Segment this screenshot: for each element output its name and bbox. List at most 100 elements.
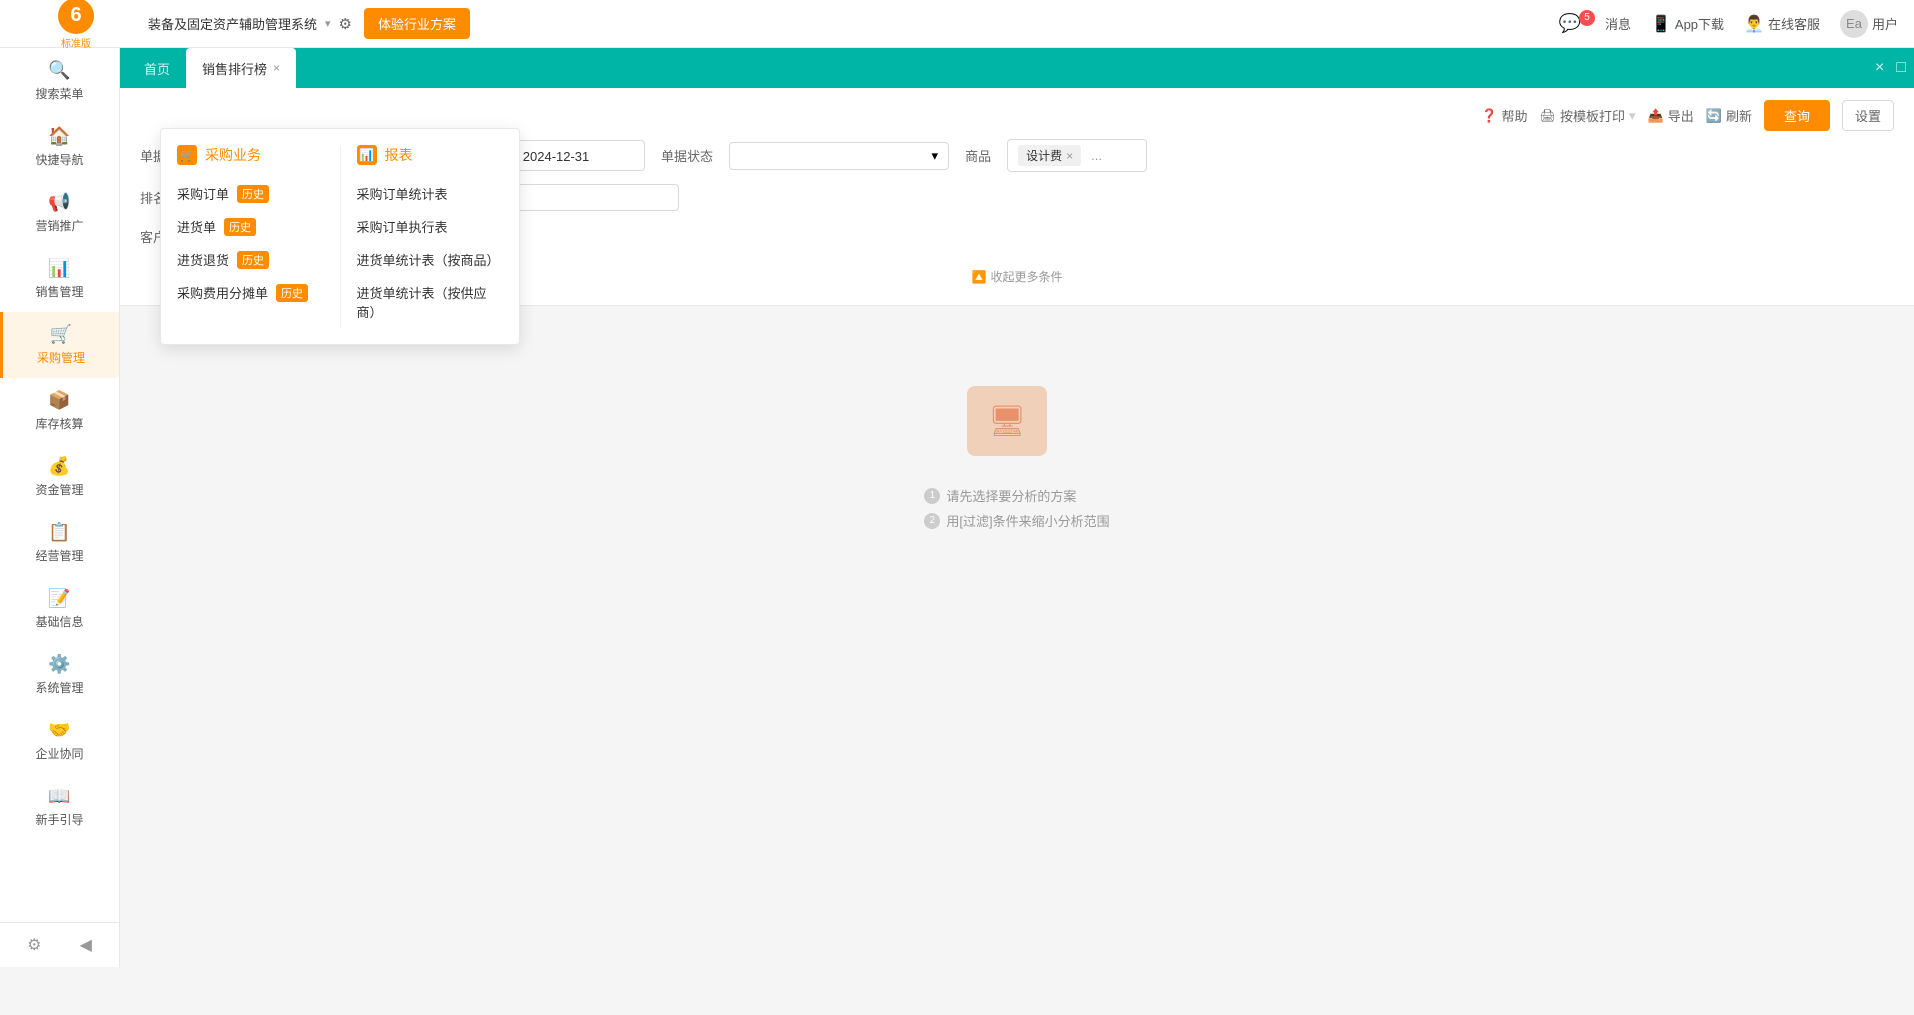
logo: 6 标准版 (16, 0, 136, 50)
tab-home[interactable]: 首页 (128, 48, 186, 88)
tab-close-icon[interactable]: × (273, 61, 280, 75)
sidebar-item-label: 基础信息 (35, 613, 83, 630)
help-icon: ❓ (1481, 108, 1497, 124)
status-select[interactable]: ▾ (729, 142, 949, 170)
user-menu-button[interactable]: Ea 用户 (1840, 10, 1898, 38)
message-badge: 5 (1579, 10, 1595, 26)
help-label: 帮助 (1501, 106, 1527, 125)
online-service-label: 在线客服 (1768, 14, 1820, 33)
system-chevron-icon[interactable]: ▾ (325, 17, 331, 30)
operations-icon: 📋 (48, 522, 70, 543)
sidebar-item-label: 系统管理 (35, 679, 83, 696)
sidebar-item-label: 销售管理 (35, 283, 83, 300)
content-area: ❓ 帮助 🖨 按模板打印 ▾ 📤 导出 🔄 刷新 (120, 88, 1914, 967)
print-label: 按模板打印 (1560, 106, 1625, 125)
sidebar-bottom: ⚙ ◀ (0, 922, 119, 967)
refresh-button[interactable]: 🔄 刷新 (1706, 106, 1752, 125)
settings-bottom-icon[interactable]: ⚙ (27, 935, 41, 955)
industry-solution-button[interactable]: 体验行业方案 (364, 8, 470, 39)
menu-item-purchase-order-exec[interactable]: 采购订单执行表 (357, 210, 504, 243)
tip1-text: 请先选择要分析的方案 (946, 486, 1076, 505)
sidebar-item-guide[interactable]: 📖 新手引导 (0, 774, 119, 840)
marketing-icon: 📢 (48, 192, 70, 213)
empty-icon: 🖥 (967, 386, 1067, 466)
enterprise-icon: 🤝 (48, 720, 70, 741)
logo-icon: 6 (58, 0, 94, 34)
basic-info-icon: 📝 (48, 588, 70, 609)
product-dots[interactable]: ... (1091, 148, 1102, 163)
window-close-icon[interactable]: × (1875, 59, 1884, 77)
settings-button[interactable]: 设置 (1842, 100, 1894, 131)
sales-icon: 📊 (48, 258, 70, 279)
user-label: 用户 (1872, 14, 1898, 33)
menu-item-purchase-order[interactable]: 采购订单 历史 (177, 177, 324, 210)
sidebar-item-enterprise[interactable]: 🤝 企业协同 (0, 708, 119, 774)
tab-sales-rank[interactable]: 销售排行榜 × (186, 48, 296, 88)
message-label: 消息 (1605, 14, 1631, 33)
print-chevron-icon: ▾ (1629, 108, 1636, 124)
sidebar-item-label: 营销推广 (35, 217, 83, 234)
sidebar-item-marketing[interactable]: 📢 营销推广 (0, 180, 119, 246)
export-button[interactable]: 📤 导出 (1648, 106, 1694, 125)
empty-tip-1: 1 请先选择要分析的方案 (924, 486, 1109, 505)
sidebar-item-label: 企业协同 (35, 745, 83, 762)
sidebar-item-label: 快捷导航 (35, 151, 83, 168)
inbound-label: 进货单 (177, 217, 216, 236)
menu-item-inbound-stat-supplier[interactable]: 进货单统计表（按供应商） (357, 276, 504, 328)
history-badge-purchase-order: 历史 (237, 185, 269, 203)
home-icon: 🏠 (48, 126, 70, 147)
report-menu-column: 📊 报表 采购订单统计表 采购订单执行表 进货单统计表（按商品） 进货单统计表（… (341, 145, 520, 328)
purchase-menu-title: 采购业务 (205, 145, 261, 165)
menu-item-purchase-order-stat[interactable]: 采购订单统计表 (357, 177, 504, 210)
print-icon: 🖨 (1540, 108, 1557, 124)
system-icon: ⚙️ (48, 654, 70, 675)
help-button[interactable]: ❓ 帮助 (1481, 106, 1527, 125)
purchase-expense-label: 采购费用分摊单 (177, 283, 268, 302)
status-label: 单据状态 (661, 146, 713, 165)
sidebar-item-sales[interactable]: 📊 销售管理 (0, 246, 119, 312)
history-badge-inbound-return: 历史 (237, 251, 269, 269)
menu-item-purchase-expense[interactable]: 采购费用分摊单 历史 (177, 276, 324, 309)
sidebar-item-quick-nav[interactable]: 🏠 快捷导航 (0, 114, 119, 180)
system-gear-icon[interactable]: ⚙ (339, 15, 352, 33)
system-title-area: 装备及固定资产辅助管理系统 ▾ ⚙ (148, 14, 352, 33)
sidebar-item-inventory[interactable]: 📦 库存核算 (0, 378, 119, 444)
sidebar: 🔍 搜索菜单 🏠 快捷导航 📢 营销推广 📊 销售管理 🛒 采购管理 📦 库存核… (0, 48, 120, 967)
query-button[interactable]: 查询 (1764, 100, 1830, 131)
online-service-button[interactable]: 👨‍💼 在线客服 (1744, 14, 1820, 34)
product-input[interactable]: 设计费 × ... (1007, 139, 1147, 172)
report-menu-title: 报表 (385, 145, 413, 165)
app-download-button[interactable]: 📱 App下载 (1651, 14, 1724, 34)
menu-item-inbound-return[interactable]: 进货退货 历史 (177, 243, 324, 276)
sidebar-item-search[interactable]: 🔍 搜索菜单 (0, 48, 119, 114)
sidebar-item-purchase[interactable]: 🛒 采购管理 (0, 312, 119, 378)
sidebar-item-operations[interactable]: 📋 经营管理 (0, 510, 119, 576)
logo-subtitle: 标准版 (61, 35, 91, 50)
inbound-return-label: 进货退货 (177, 250, 229, 269)
print-button[interactable]: 🖨 按模板打印 ▾ (1540, 106, 1636, 125)
collapse-sidebar-icon[interactable]: ◀ (80, 935, 92, 955)
sidebar-item-finance[interactable]: 💰 资金管理 (0, 444, 119, 510)
window-max-icon[interactable]: □ (1896, 59, 1906, 77)
top-bar: 6 标准版 装备及固定资产辅助管理系统 ▾ ⚙ 体验行业方案 💬 5 消息 📱 … (0, 0, 1914, 48)
product-tag-remove[interactable]: × (1066, 149, 1073, 163)
purchase-menu-header: 🛒 采购业务 (177, 145, 324, 165)
message-button[interactable]: 💬 5 消息 (1559, 13, 1631, 34)
menu-item-inbound-stat-product[interactable]: 进货单统计表（按商品） (357, 243, 504, 276)
inventory-icon: 📦 (48, 390, 70, 411)
menu-item-inbound[interactable]: 进货单 历史 (177, 210, 324, 243)
sidebar-item-label: 经营管理 (35, 547, 83, 564)
purchase-menu-header-icon: 🛒 (177, 145, 197, 165)
toolbar-right: ❓ 帮助 🖨 按模板打印 ▾ 📤 导出 🔄 刷新 (1481, 100, 1894, 131)
empty-tips: 1 请先选择要分析的方案 2 用[过滤]条件来缩小分析范围 (924, 486, 1109, 536)
sidebar-item-basic-info[interactable]: 📝 基础信息 (0, 576, 119, 642)
history-badge-expense: 历史 (276, 284, 308, 302)
app-download-label: App下载 (1675, 14, 1724, 33)
finance-icon: 💰 (48, 456, 70, 477)
empty-state: 🖥 1 请先选择要分析的方案 2 用[过滤]条件来缩小分析范围 (120, 306, 1914, 616)
sidebar-item-label: 采购管理 (37, 349, 85, 366)
tab-sales-rank-label: 销售排行榜 (202, 59, 267, 78)
sidebar-item-system[interactable]: ⚙️ 系统管理 (0, 642, 119, 708)
sidebar-item-label: 资金管理 (35, 481, 83, 498)
refresh-label: 刷新 (1726, 106, 1752, 125)
